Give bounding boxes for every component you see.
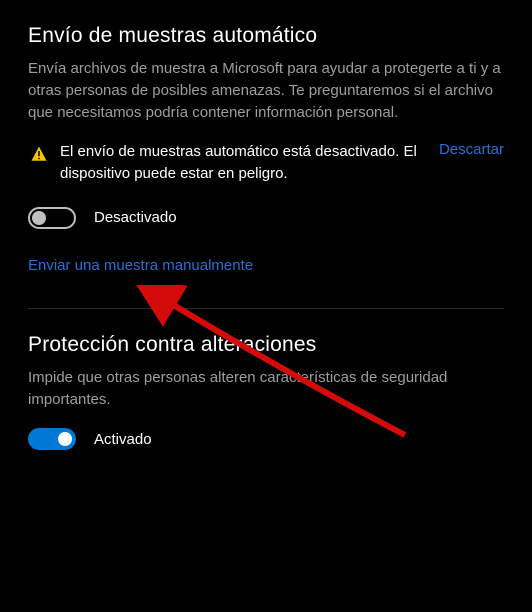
tamper-protection-section: Protección contra alteraciones Impide qu… (28, 333, 504, 451)
automatic-sample-submission-section: Envío de muestras automático Envía archi… (28, 24, 504, 280)
warning-icon (30, 145, 48, 166)
warning-alert: El envío de muestras automático está des… (28, 141, 504, 185)
tamper-protection-toggle[interactable] (28, 428, 76, 450)
send-sample-manually-link[interactable]: Enviar una muestra manualmente (28, 257, 253, 274)
sample-submission-toggle[interactable] (28, 207, 76, 229)
section-description: Envía archivos de muestra a Microsoft pa… (28, 58, 504, 123)
section-divider (28, 308, 504, 309)
section-description: Impide que otras personas alteren caract… (28, 367, 504, 411)
dismiss-link[interactable]: Descartar (439, 141, 504, 158)
section-title: Envío de muestras automático (28, 24, 504, 48)
alert-text: El envío de muestras automático está des… (60, 141, 431, 185)
toggle-label: Activado (94, 431, 152, 448)
toggle-row: Activado (28, 428, 504, 450)
toggle-label: Desactivado (94, 209, 177, 226)
section-title: Protección contra alteraciones (28, 333, 504, 357)
toggle-row: Desactivado (28, 207, 504, 229)
